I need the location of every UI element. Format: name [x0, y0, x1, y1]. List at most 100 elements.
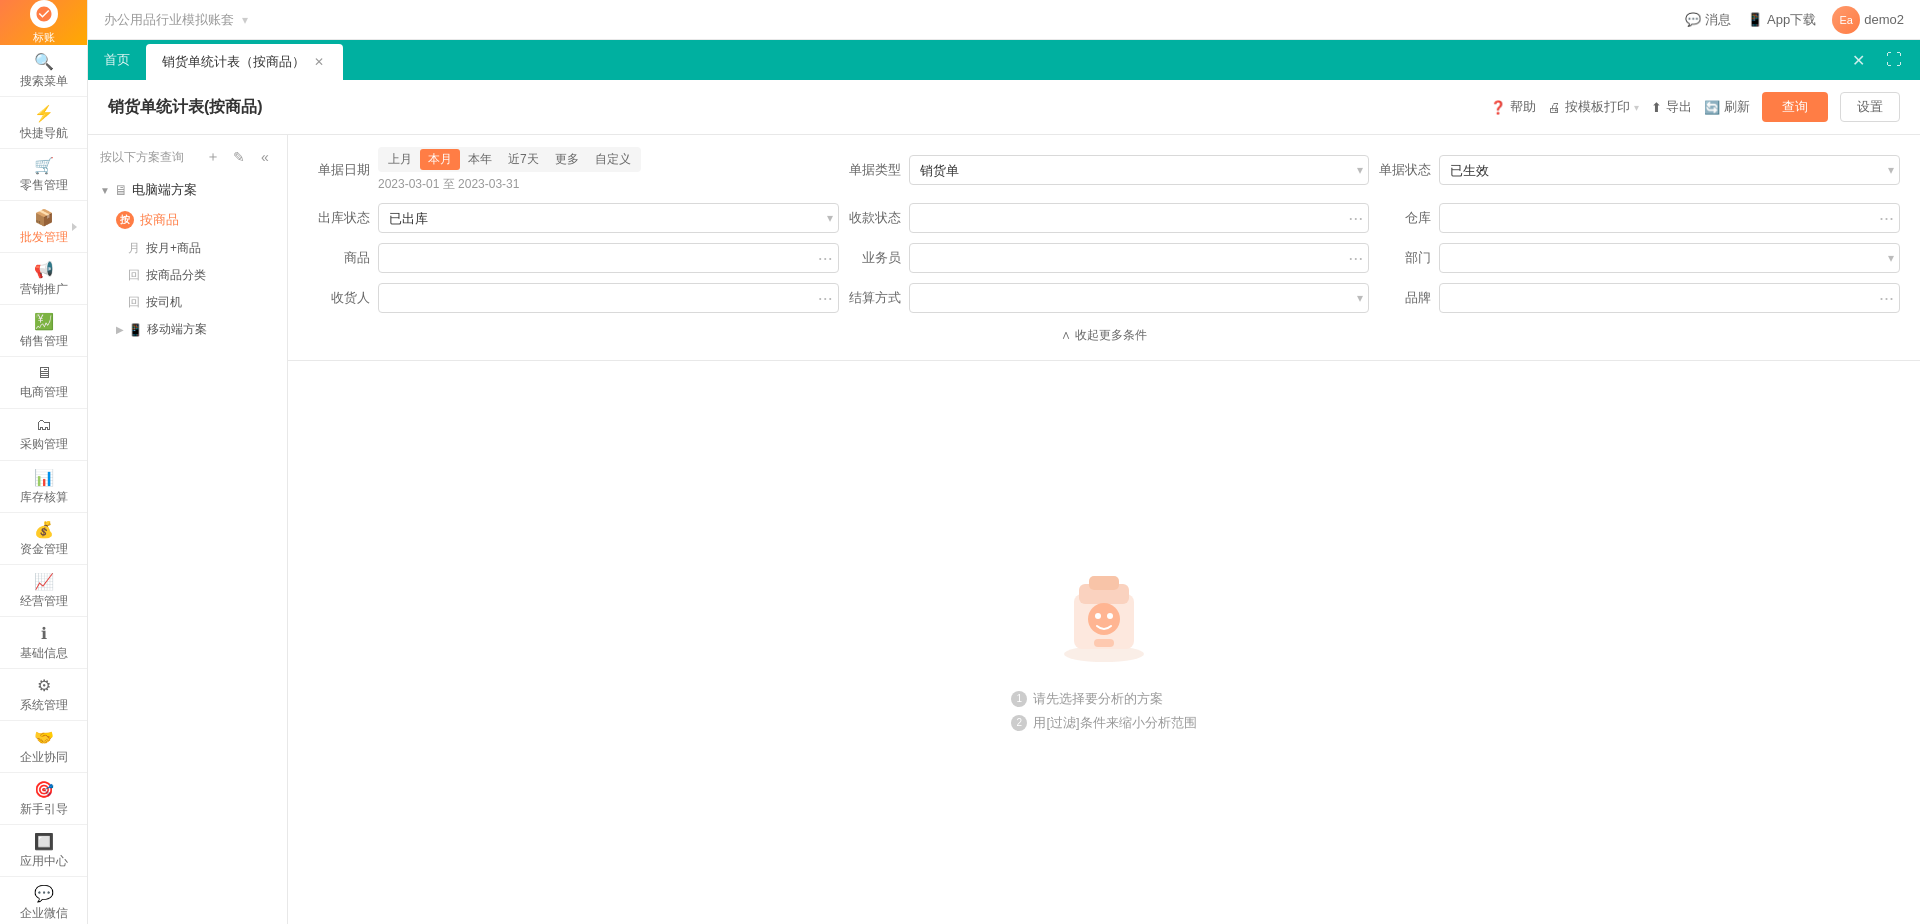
collapse-bar[interactable]: ∧ 收起更多条件 — [308, 323, 1900, 348]
tree-item-by-printer[interactable]: 回 按司机 — [88, 289, 287, 316]
by-month-goods-label: 按月+商品 — [146, 240, 201, 257]
right-panel: 单据日期 上月 本月 本年 近7天 更多 自定义 — [288, 135, 1920, 924]
sidebar-label-quicknav: 快捷导航 — [20, 125, 68, 142]
settle-select[interactable] — [909, 283, 1370, 313]
add-scheme-btn[interactable]: ＋ — [203, 147, 223, 167]
staff-label: 业务员 — [839, 249, 909, 267]
tab-home[interactable]: 首页 — [88, 40, 146, 80]
sidebar-label-ecom: 电商管理 — [20, 384, 68, 401]
tree-item-by-month-goods[interactable]: 月 按月+商品 — [88, 235, 287, 262]
template-print-btn[interactable]: 🖨 按模板打印 ▾ — [1548, 98, 1639, 116]
refresh-btn[interactable]: 🔄 刷新 — [1704, 98, 1750, 116]
left-panel-header: 按以下方案查询 ＋ ✎ « — [88, 143, 287, 175]
sidebar-item-retail[interactable]: 🛒 零售管理 — [0, 149, 87, 201]
brand-field[interactable] — [1439, 283, 1900, 313]
staff-field[interactable] — [909, 243, 1370, 273]
sidebar-item-apps[interactable]: 🔲 应用中心 — [0, 825, 87, 877]
date-tab-7days[interactable]: 近7天 — [500, 149, 547, 170]
sidebar-item-search[interactable]: 🔍 搜索菜单 — [0, 45, 87, 97]
receiver-dots[interactable]: ··· — [818, 288, 833, 309]
goods-dots[interactable]: ··· — [818, 248, 833, 269]
filter-warehouse: 仓库 ··· — [1369, 203, 1900, 233]
desktop-group-header[interactable]: ▼ 🖥 电脑端方案 — [88, 175, 287, 205]
collect-dots[interactable]: ··· — [1348, 208, 1363, 229]
tree-item-by-goods[interactable]: 按 按商品 — [88, 205, 287, 235]
empty-tips: 1 请先选择要分析的方案 2 用[过滤]条件来缩小分析范围 — [1011, 690, 1196, 732]
query-button[interactable]: 查询 — [1762, 92, 1828, 122]
tab-sales-stats[interactable]: 销货单统计表（按商品） ✕ — [146, 44, 343, 80]
sidebar-item-quicknav[interactable]: ⚡ 快捷导航 — [0, 97, 87, 149]
date-tab-custom[interactable]: 自定义 — [587, 149, 639, 170]
print-arrow: ▾ — [1634, 102, 1639, 113]
tip-text-2: 用[过滤]条件来缩小分析范围 — [1033, 714, 1196, 732]
sidebar-item-system[interactable]: ⚙ 系统管理 — [0, 669, 87, 721]
sidebar-item-basic[interactable]: ℹ 基础信息 — [0, 617, 87, 669]
export-icon: ⬆ — [1651, 100, 1662, 115]
dept-select[interactable] — [1439, 243, 1900, 273]
collect-field[interactable] — [909, 203, 1370, 233]
breadcrumb: 办公用品行业模拟账套 — [104, 11, 234, 29]
out-status-input: 已出库 ▾ — [378, 203, 839, 233]
receiver-field[interactable] — [378, 283, 839, 313]
date-tab-current-month[interactable]: 本月 — [420, 149, 460, 170]
status-input: 已生效 ▾ — [1439, 155, 1900, 185]
collect-label: 收款状态 — [839, 209, 909, 227]
basic-icon: ℹ — [41, 624, 47, 643]
sidebar-item-purchase[interactable]: 🗂 采购管理 — [0, 409, 87, 461]
app-logo: 标账 — [0, 0, 88, 45]
mobile-group-header[interactable]: ▶ 📱 移动端方案 — [88, 316, 287, 343]
warehouse-dots[interactable]: ··· — [1879, 208, 1894, 229]
tab-home-label: 首页 — [104, 51, 130, 69]
username: demo2 — [1864, 12, 1904, 27]
sidebar-item-stock[interactable]: 📊 库存核算 — [0, 461, 87, 513]
settings-button[interactable]: 设置 — [1840, 92, 1900, 122]
export-btn[interactable]: ⬆ 导出 — [1651, 98, 1692, 116]
app-download-btn[interactable]: 📱 App下载 — [1747, 11, 1816, 29]
sidebar-item-operation[interactable]: 📈 经营管理 — [0, 565, 87, 617]
tab-close-window-btn[interactable]: ✕ — [1844, 46, 1872, 74]
tab-close-btn[interactable]: ✕ — [311, 54, 327, 70]
goods-field[interactable] — [378, 243, 839, 273]
messages-label: 消息 — [1705, 11, 1731, 29]
help-btn[interactable]: ❓ 帮助 — [1490, 98, 1536, 116]
filter-staff: 业务员 ··· — [839, 243, 1370, 273]
printer-icon: 回 — [128, 294, 140, 311]
filter-dept: 部门 ▾ — [1369, 243, 1900, 273]
date-tab-last-month[interactable]: 上月 — [380, 149, 420, 170]
sidebar-label-sales: 销售管理 — [20, 333, 68, 350]
date-tab-more[interactable]: 更多 — [547, 149, 587, 170]
type-select[interactable]: 销货单 — [909, 155, 1370, 185]
out-status-select[interactable]: 已出库 — [378, 203, 839, 233]
collect-input: ··· — [909, 203, 1370, 233]
sidebar-item-ecom[interactable]: 🖥 电商管理 — [0, 357, 87, 409]
warehouse-field[interactable] — [1439, 203, 1900, 233]
tree-item-by-goods-type[interactable]: 回 按商品分类 — [88, 262, 287, 289]
status-select[interactable]: 已生效 — [1439, 155, 1900, 185]
filter-status: 单据状态 已生效 ▾ — [1369, 155, 1900, 185]
quick-icon: ⚡ — [34, 104, 54, 123]
svg-point-6 — [1107, 613, 1113, 619]
date-tab-year[interactable]: 本年 — [460, 149, 500, 170]
sidebar-item-wholesale[interactable]: 📦 批发管理 — [0, 201, 87, 253]
date-range-display: 2023-03-01 至 2023-03-31 — [378, 176, 519, 193]
goods-type-icon: 回 — [128, 267, 140, 284]
brand-label: 品牌 — [1369, 289, 1439, 307]
stock-icon: 📊 — [34, 468, 54, 487]
export-label: 导出 — [1666, 98, 1692, 116]
sidebar-item-marketing[interactable]: 📢 营销推广 — [0, 253, 87, 305]
receiver-label: 收货人 — [308, 289, 378, 307]
user-menu[interactable]: Ea demo2 — [1832, 6, 1904, 34]
sidebar-item-newbie[interactable]: 🎯 新手引导 — [0, 773, 87, 825]
sidebar-item-wechat[interactable]: 💬 企业微信 — [0, 877, 87, 924]
sidebar-label-search: 搜索菜单 — [20, 73, 68, 90]
topbar: 办公用品行业模拟账套 ▾ 💬 消息 📱 App下载 Ea demo2 — [88, 0, 1920, 40]
staff-dots[interactable]: ··· — [1348, 248, 1363, 269]
collapse-panel-btn[interactable]: « — [255, 147, 275, 167]
edit-scheme-btn[interactable]: ✎ — [229, 147, 249, 167]
sidebar-item-sales[interactable]: 💹 销售管理 — [0, 305, 87, 357]
brand-dots[interactable]: ··· — [1879, 288, 1894, 309]
tab-maximize-btn[interactable]: ⛶ — [1880, 46, 1908, 74]
sidebar-item-finance[interactable]: 💰 资金管理 — [0, 513, 87, 565]
sidebar-item-corp[interactable]: 🤝 企业协同 — [0, 721, 87, 773]
messages-btn[interactable]: 💬 消息 — [1685, 11, 1731, 29]
